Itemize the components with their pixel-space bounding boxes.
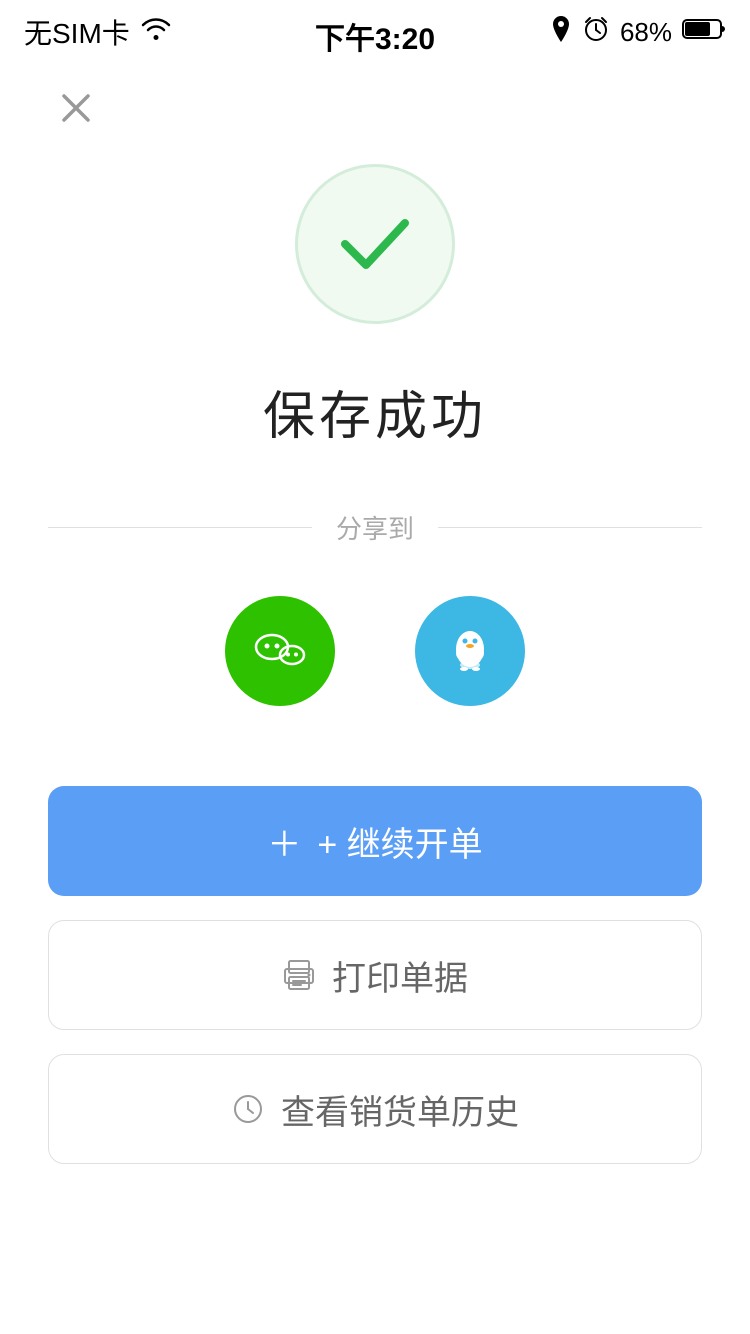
status-bar: 无SIM卡 下午3:20 68% [0, 0, 750, 64]
divider-line-left [48, 527, 312, 528]
print-label: 打印单据 [332, 951, 468, 1000]
print-button[interactable]: 打印单据 [48, 920, 702, 1030]
share-label: 分享到 [312, 509, 438, 546]
continue-label: + 继续开单 [317, 817, 482, 866]
history-icon [231, 1092, 265, 1126]
status-left: 无SIM卡 [24, 12, 172, 52]
status-right: 68% [550, 15, 726, 50]
status-time: 下午3:20 [315, 14, 435, 58]
carrier-text: 无SIM卡 [24, 12, 130, 52]
divider-line-right [438, 527, 702, 528]
wifi-icon [140, 16, 172, 48]
continue-button[interactable]: ＋ + 继续开单 [48, 786, 702, 896]
location-icon [550, 15, 572, 50]
close-button[interactable] [48, 80, 104, 136]
share-icons [225, 596, 525, 706]
qq-share-button[interactable] [415, 596, 525, 706]
battery-text: 68% [620, 17, 672, 48]
alarm-icon [582, 15, 610, 50]
battery-icon [682, 17, 726, 48]
success-icon-circle [295, 164, 455, 324]
print-icon [282, 958, 316, 992]
plus-icon: ＋ [267, 817, 301, 866]
success-title: 保存成功 [263, 374, 487, 449]
action-buttons: ＋ + 继续开单 打印单据 [0, 786, 750, 1164]
share-divider: 分享到 [0, 509, 750, 546]
history-button[interactable]: 查看销货单历史 [48, 1054, 702, 1164]
main-content: 保存成功 分享到 [0, 64, 750, 1164]
wechat-share-button[interactable] [225, 596, 335, 706]
history-label: 查看销货单历史 [281, 1085, 519, 1134]
